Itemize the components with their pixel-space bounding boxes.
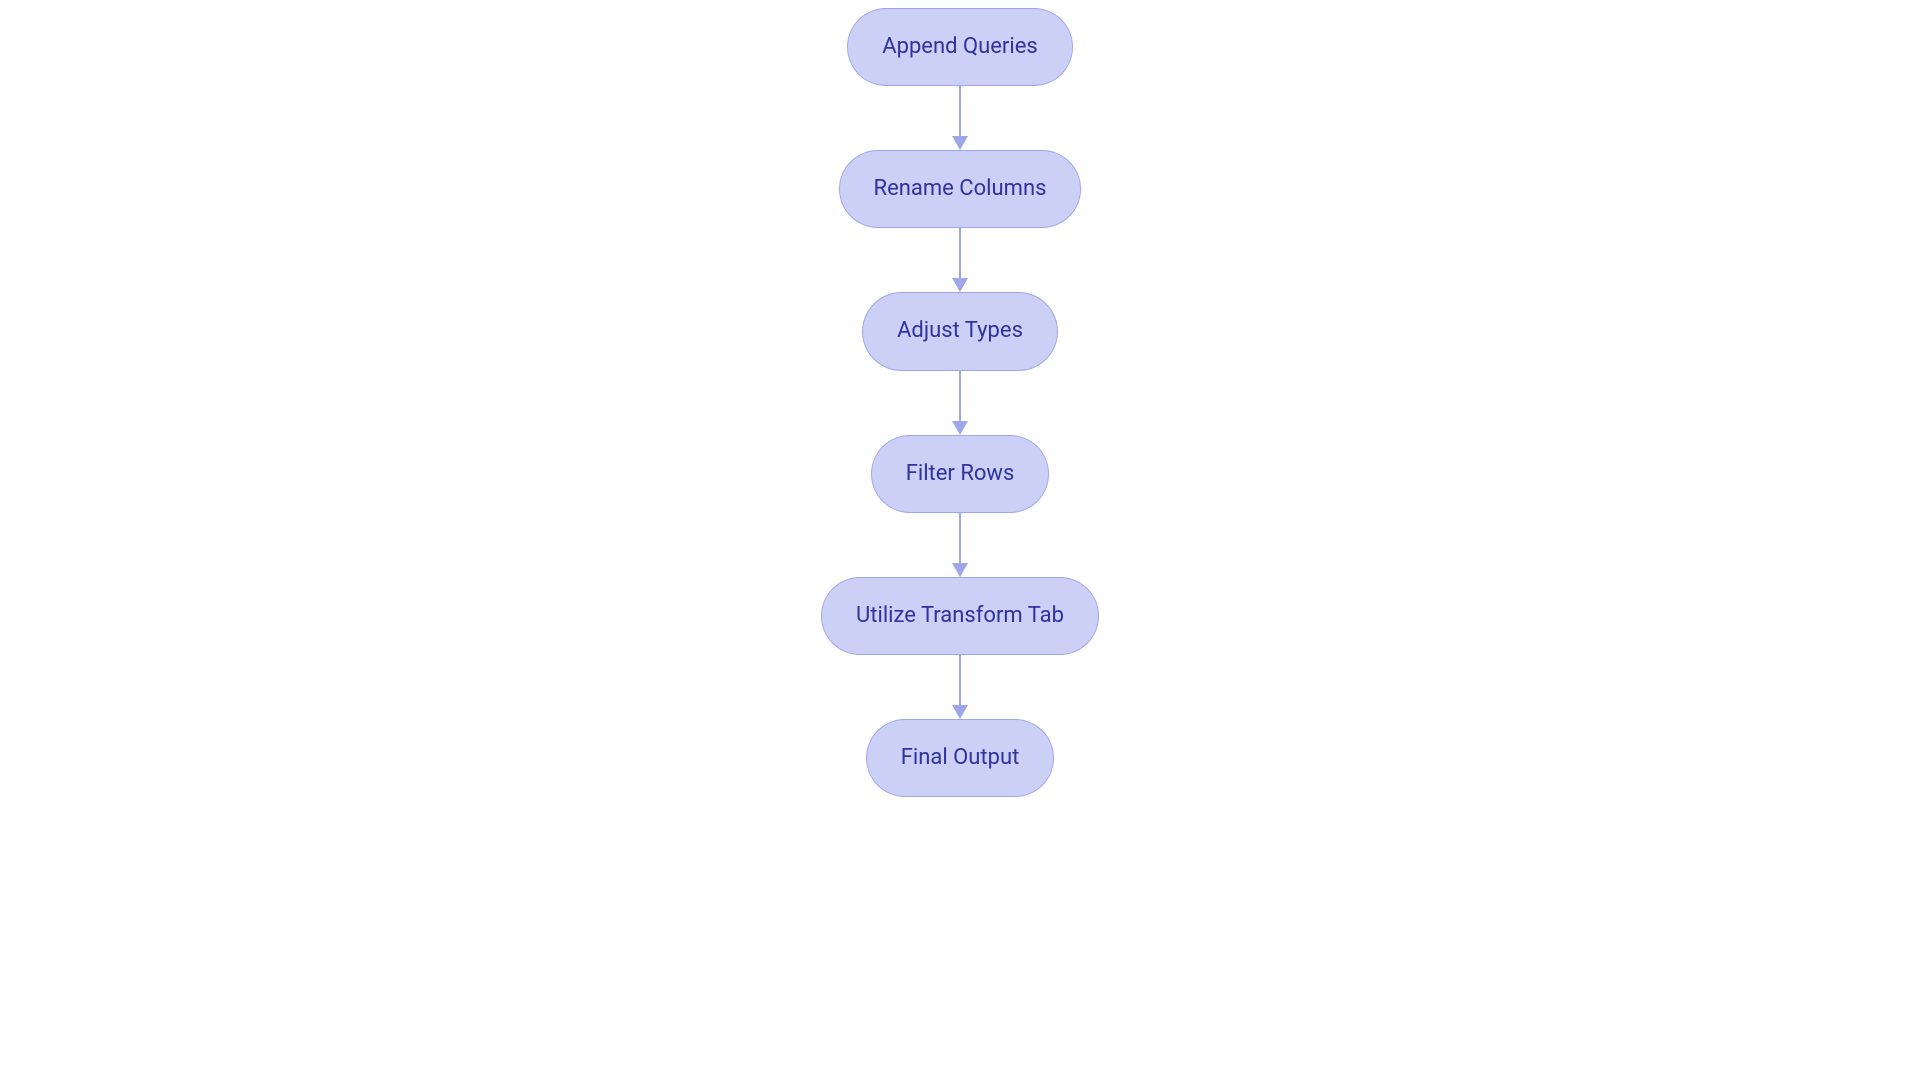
arrow-line (959, 86, 962, 137)
node-append-queries[interactable]: Append Queries (847, 8, 1073, 86)
arrow-head (952, 421, 968, 435)
arrow-line (959, 513, 962, 564)
node-adjust-types[interactable]: Adjust Types (862, 292, 1058, 370)
node-final-output[interactable]: Final Output (866, 719, 1055, 797)
node-rename-columns[interactable]: Rename Columns (839, 150, 1082, 228)
arrow-icon (952, 228, 968, 292)
arrow-icon (952, 513, 968, 577)
node-filter-rows[interactable]: Filter Rows (871, 435, 1050, 513)
arrow-head (952, 136, 968, 150)
arrow-icon (952, 86, 968, 150)
arrow-icon (952, 371, 968, 435)
node-utilize-transform-tab[interactable]: Utilize Transform Tab (821, 577, 1099, 655)
arrow-icon (952, 655, 968, 719)
arrow-head (952, 705, 968, 719)
arrow-line (959, 371, 962, 422)
flowchart: Append Queries Rename Columns Adjust Typ… (821, 8, 1099, 797)
arrow-line (959, 228, 962, 279)
arrow-head (952, 278, 968, 292)
arrow-head (952, 563, 968, 577)
arrow-line (959, 655, 962, 706)
